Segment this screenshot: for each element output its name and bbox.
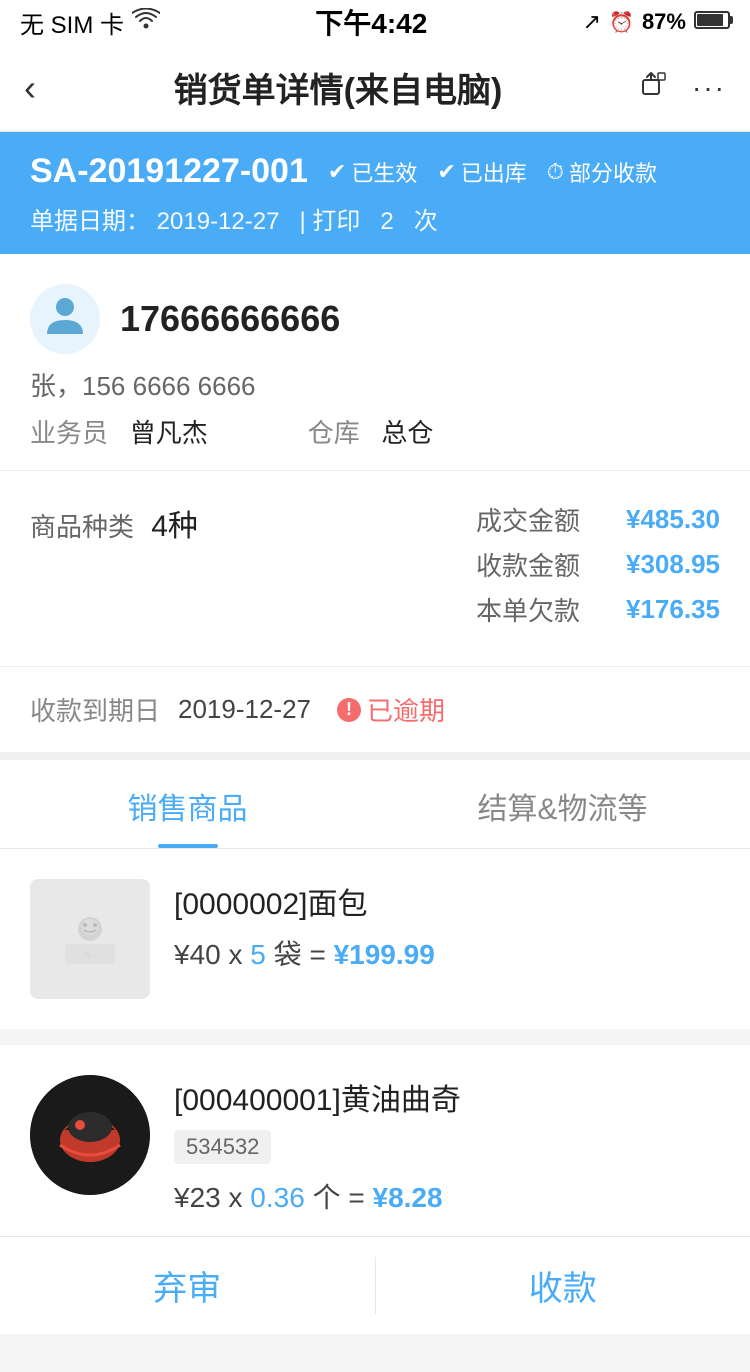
- product-total-2: ¥8.28: [373, 1182, 443, 1213]
- product-name-2: [000400001]黄油曲奇: [174, 1075, 720, 1119]
- received-row: 收款金额 ¥308.95: [476, 546, 720, 583]
- status-time: 下午4:42: [315, 2, 427, 42]
- category-value: 4种: [151, 510, 198, 543]
- stats-section: 商品种类 4种 成交金额 ¥485.30 收款金额 ¥308.95 本单欠款 ¥…: [0, 471, 750, 667]
- received-value: ¥308.95: [600, 549, 720, 580]
- product-total-1: ¥199.99: [334, 939, 435, 970]
- status-partial: ⏱ 部分收款: [547, 156, 657, 188]
- carrier-text: 无 SIM 卡: [20, 5, 124, 40]
- received-label: 收款金额: [476, 546, 580, 583]
- check-icon2: ✔: [437, 159, 455, 185]
- clock-icon: ⏱: [547, 159, 564, 185]
- share-icon[interactable]: [640, 70, 668, 105]
- product-price-1: ¥40 x 5 袋 = ¥199.99: [174, 933, 720, 973]
- alarm-icon: ⏰: [609, 10, 634, 35]
- overdue-icon: !: [337, 698, 361, 722]
- amount-label: 成交金额: [476, 501, 580, 538]
- debt-label: 本单欠款: [476, 591, 580, 628]
- status-bar: 无 SIM 卡 下午4:42 ↗ ⏰ 87%: [0, 0, 750, 44]
- header-band: SA-20191227-001 ✔ 已生效 ✔ 已出库 ⏱ 部分收款 单据日期：…: [0, 132, 750, 254]
- customer-section: 17666666666 张，156 6666 6666 业务员 曾凡杰 仓库 总…: [0, 254, 750, 471]
- product-qty-2: 0.36: [250, 1182, 305, 1213]
- product-qty-1: 5: [250, 939, 266, 970]
- product-placeholder-1: 鸟+: [30, 879, 150, 999]
- debt-value: ¥176.35: [600, 594, 720, 625]
- customer-phone: 17666666666: [120, 298, 340, 340]
- overdue-text: 已逾期: [367, 691, 445, 728]
- customer-meta: 业务员 曾凡杰 仓库 总仓: [30, 413, 720, 450]
- product-item: 鸟+ [0000002]面包 ¥40 x 5 袋 = ¥199.99: [0, 849, 750, 1029]
- sales-value: 曾凡杰: [130, 418, 208, 448]
- due-label: 收款到期日: [30, 691, 160, 728]
- nav-bar: ‹ 销货单详情(来自电脑) ···: [0, 44, 750, 132]
- tab-sales-products[interactable]: 销售商品: [0, 760, 375, 848]
- status-active: ✔ 已生效: [328, 156, 417, 188]
- wifi-icon: [132, 8, 160, 37]
- sales-label: 业务员: [30, 418, 108, 448]
- tabs: 销售商品 结算&物流等: [0, 760, 750, 849]
- due-date-value: 2019-12-27: [178, 694, 311, 725]
- nav-actions: ···: [640, 70, 726, 105]
- confirm-button[interactable]: 收款: [376, 1237, 750, 1334]
- customer-avatar: [30, 284, 100, 354]
- amount-row: 成交金额 ¥485.30: [476, 501, 720, 538]
- overdue-badge: ! 已逾期: [337, 691, 445, 728]
- due-date-section: 收款到期日 2019-12-27 ! 已逾期: [0, 667, 750, 760]
- status-right: ↗ ⏰ 87%: [583, 8, 730, 36]
- product-details-2: [000400001]黄油曲奇 534532 ¥23 x 0.36 个 = ¥8…: [174, 1075, 720, 1216]
- product-name-1: [0000002]面包: [174, 879, 720, 923]
- product-price-2: ¥23 x 0.36 个 = ¥8.28: [174, 1176, 720, 1216]
- battery-icon: [694, 8, 730, 36]
- amount-value: ¥485.30: [600, 504, 720, 535]
- product-sku-2: 534532: [174, 1130, 271, 1164]
- order-date-info: 单据日期： 2019-12-27 | 打印 2 次: [30, 201, 720, 236]
- category-info: 商品种类 4种: [30, 501, 198, 545]
- product-image-2: [30, 1075, 150, 1195]
- amount-info: 成交金额 ¥485.30 收款金额 ¥308.95 本单欠款 ¥176.35: [476, 501, 720, 636]
- back-button[interactable]: ‹: [24, 67, 36, 109]
- bottom-bar: 弃审 收款: [0, 1236, 750, 1334]
- tab-settlement[interactable]: 结算&物流等: [375, 760, 750, 848]
- warehouse-value: 总仓: [381, 418, 433, 448]
- category-label: 商品种类: [30, 512, 134, 542]
- product-details-1: [0000002]面包 ¥40 x 5 袋 = ¥199.99: [174, 879, 720, 973]
- status-shipped: ✔ 已出库: [437, 156, 526, 188]
- status-left: 无 SIM 卡: [20, 5, 160, 40]
- svg-text:鸟+: 鸟+: [84, 950, 97, 960]
- debt-row: 本单欠款 ¥176.35: [476, 591, 720, 628]
- location-icon: ↗: [583, 9, 601, 35]
- cancel-button[interactable]: 弃审: [0, 1237, 375, 1334]
- battery-percent: 87%: [642, 9, 686, 35]
- check-icon: ✔: [328, 159, 346, 185]
- product-item-2: [000400001]黄油曲奇 534532 ¥23 x 0.36 个 = ¥8…: [0, 1045, 750, 1246]
- customer-name-phone: 张，156 6666 6666: [30, 366, 720, 403]
- page-title: 销货单详情(来自电脑): [174, 63, 503, 112]
- product-image-1: 鸟+: [30, 879, 150, 999]
- more-button[interactable]: ···: [692, 72, 726, 104]
- order-id: SA-20191227-001: [30, 152, 308, 191]
- person-icon: [43, 292, 87, 347]
- warehouse-label: 仓库: [308, 418, 360, 448]
